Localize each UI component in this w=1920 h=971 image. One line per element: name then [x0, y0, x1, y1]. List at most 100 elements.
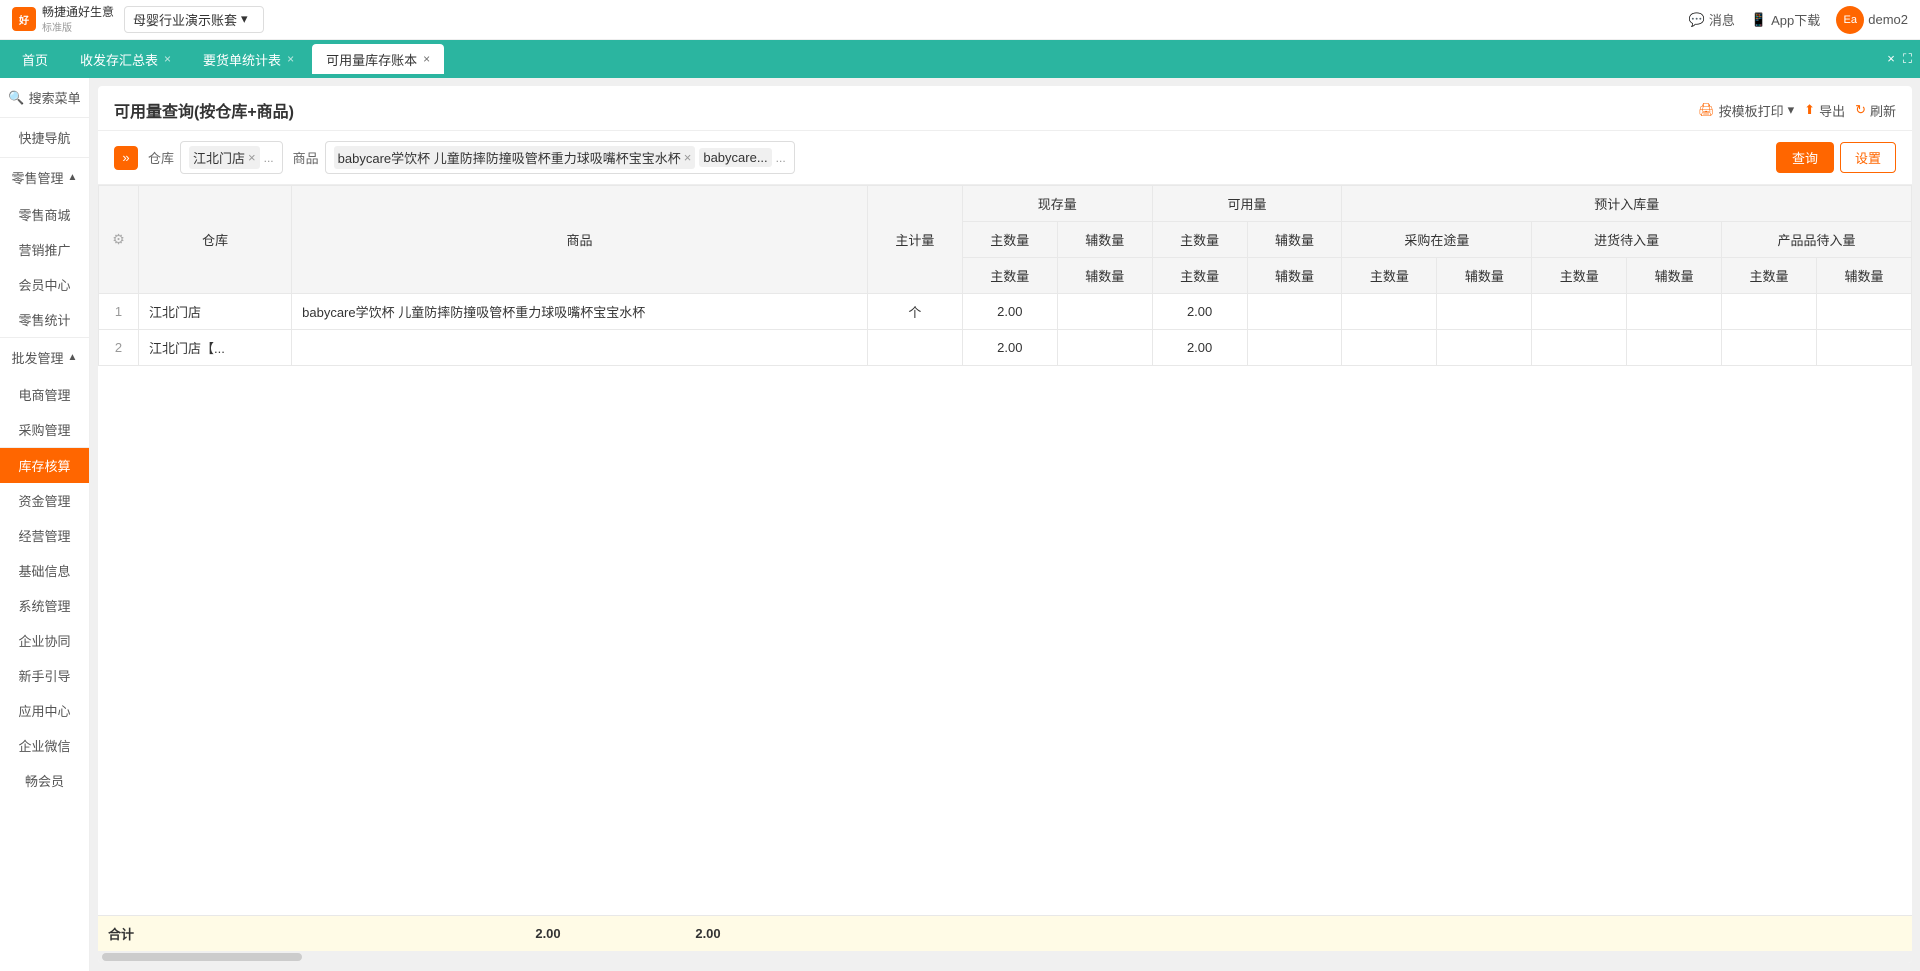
- nav-actions: × ⛶: [1887, 51, 1912, 67]
- chevron-down-icon: ▾: [241, 11, 248, 27]
- export-btn[interactable]: ⬆ 导出: [1804, 101, 1845, 120]
- sidebar-item-finance[interactable]: 资金管理: [0, 483, 89, 518]
- sys-mgmt-label: 系统管理: [18, 596, 70, 615]
- tab-yaohuo-close[interactable]: ×: [287, 52, 294, 66]
- row-num-2: 2: [99, 330, 139, 366]
- sidebar-item-member[interactable]: 会员中心: [0, 267, 89, 302]
- filter-toggle-btn[interactable]: »: [114, 146, 138, 170]
- chevron-batch-icon: ▲: [68, 352, 78, 363]
- th-pur-aux: 辅数量: [1437, 258, 1532, 294]
- th-settings: ⚙: [99, 186, 139, 294]
- table-row: 1 江北门店 babycare学饮杯 儿童防摔防撞吸管杯重力球吸嘴杯宝宝水杯 个…: [99, 294, 1912, 330]
- row-pur-main-2: [1342, 330, 1437, 366]
- sidebar-item-enterprise[interactable]: 企业协同: [0, 623, 89, 658]
- row-prod-aux-1: [1817, 294, 1912, 330]
- sidebar-section-batch-header[interactable]: 批发管理 ▲: [0, 338, 89, 377]
- sidebar-item-inventory[interactable]: 库存核算: [0, 448, 89, 483]
- filter-warehouse-close[interactable]: ×: [248, 150, 256, 165]
- th-planned-in: 预计入库量: [1342, 186, 1912, 222]
- th-product: 产品品待入量: [1722, 222, 1912, 258]
- refresh-label: 刷新: [1870, 101, 1896, 120]
- scroll-thumb[interactable]: [102, 953, 302, 961]
- th-inc-main: 主数量: [1532, 258, 1627, 294]
- quick-nav-label: 快捷导航: [18, 128, 70, 147]
- tab-yaohuo[interactable]: 要货单统计表 ×: [189, 44, 308, 74]
- row-inc-main-2: [1532, 330, 1627, 366]
- filter-warehouse-input[interactable]: 江北门店 × ...: [180, 141, 283, 174]
- purchase-label: 采购管理: [18, 420, 70, 439]
- app-download-btn[interactable]: 📱 App下载: [1751, 10, 1820, 29]
- row-pur-aux-1: [1437, 294, 1532, 330]
- table-row: 2 江北门店【... 2.00 2.00: [99, 330, 1912, 366]
- sidebar-quick-nav[interactable]: 快捷导航: [0, 118, 89, 158]
- row-current-aux-1: [1057, 294, 1152, 330]
- tab-shoufacun[interactable]: 收发存汇总表 ×: [66, 44, 185, 74]
- sidebar-item-member2[interactable]: 畅会员: [0, 763, 89, 798]
- user-label: demo2: [1868, 12, 1908, 27]
- sidebar-search[interactable]: 🔍 搜索菜单: [0, 78, 89, 118]
- tab-shoufacun-close[interactable]: ×: [164, 52, 171, 66]
- page-title: 可用量查询(按仓库+商品): [114, 98, 294, 122]
- tab-home[interactable]: 首页: [8, 44, 62, 74]
- sidebar-item-marketing[interactable]: 营销推广: [0, 232, 89, 267]
- message-btn[interactable]: 💬 消息: [1689, 10, 1735, 29]
- filter-goods-close[interactable]: ×: [684, 150, 692, 165]
- close-all-icon[interactable]: ×: [1887, 51, 1895, 67]
- query-button[interactable]: 查询: [1776, 142, 1834, 173]
- maximize-icon[interactable]: ⛶: [1903, 51, 1912, 67]
- settings-icon[interactable]: ⚙: [112, 231, 125, 247]
- home-label: 首页: [22, 50, 48, 69]
- filter-goods-field: 商品 babycare学饮杯 儿童防摔防撞吸管杯重力球吸嘴杯宝宝水杯 × bab…: [293, 141, 795, 174]
- message-icon: 💬: [1689, 12, 1705, 28]
- th-av-aux: 辅数量: [1247, 258, 1342, 294]
- industry-select-value: 母婴行业演示账套: [133, 10, 237, 29]
- th-available-main: 主数量: [1152, 222, 1247, 258]
- marketing-label: 营销推广: [18, 240, 70, 259]
- sidebar-section-zero-sales: 零售管理 ▲ 零售商城 营销推广 会员中心 零售统计: [0, 158, 89, 338]
- app-center-label: 应用中心: [18, 701, 70, 720]
- row-current-aux-2: [1057, 330, 1152, 366]
- footer-values: 2.00 2.00: [508, 926, 1902, 941]
- horizontal-scrollbar[interactable]: [98, 951, 1912, 963]
- industry-select[interactable]: 母婴行业演示账套 ▾: [124, 6, 264, 33]
- search-label: 搜索菜单: [29, 88, 81, 107]
- sidebar-item-new-guide[interactable]: 新手引导: [0, 658, 89, 693]
- main-layout: 🔍 搜索菜单 快捷导航 零售管理 ▲ 零售商城 营销推广 会员中心 零售统计: [0, 78, 1920, 971]
- user-area[interactable]: Ea demo2: [1836, 6, 1908, 34]
- sidebar-item-enterprise-wechat[interactable]: 企业微信: [0, 728, 89, 763]
- row-pur-main-1: [1342, 294, 1437, 330]
- th-prod-main: 主数量: [1722, 258, 1817, 294]
- th-incoming: 进货待入量: [1532, 222, 1722, 258]
- sidebar-item-purchase[interactable]: 采购管理: [0, 412, 89, 447]
- tab-keyongliang-close[interactable]: ×: [423, 52, 430, 66]
- tab-keyongliang[interactable]: 可用量库存账本 ×: [312, 44, 444, 74]
- sidebar-item-operations[interactable]: 经营管理: [0, 518, 89, 553]
- sidebar-item-zero-stats[interactable]: 零售统计: [0, 302, 89, 337]
- sidebar-section-zero-sales-header[interactable]: 零售管理 ▲: [0, 158, 89, 197]
- refresh-icon: ↻: [1855, 102, 1866, 118]
- sidebar-item-ecommerce[interactable]: 电商管理: [0, 377, 89, 412]
- setting-button[interactable]: 设置: [1840, 142, 1896, 173]
- tab-keyongliang-label: 可用量库存账本: [326, 50, 417, 69]
- print-btn[interactable]: 🖨 按模板打印 ▾: [1698, 101, 1794, 120]
- filter-goods-input[interactable]: babycare学饮杯 儿童防摔防撞吸管杯重力球吸嘴杯宝宝水杯 × babyca…: [325, 141, 795, 174]
- print-chevron: ▾: [1788, 102, 1795, 118]
- sidebar-item-zero-mall[interactable]: 零售商城: [0, 197, 89, 232]
- avatar: Ea: [1836, 6, 1864, 34]
- footer-label: 合计: [108, 924, 508, 943]
- th-warehouse: 仓库: [139, 186, 292, 294]
- row-warehouse-1: 江北门店: [139, 294, 292, 330]
- top-bar: 好 畅捷通好生意 标准版 母婴行业演示账套 ▾ 💬 消息 📱 App下载 Ea …: [0, 0, 1920, 40]
- sidebar-item-base-info[interactable]: 基础信息: [0, 553, 89, 588]
- tab-yaohuo-label: 要货单统计表: [203, 50, 281, 69]
- sidebar-item-app-center[interactable]: 应用中心: [0, 693, 89, 728]
- search-icon: 🔍: [8, 90, 24, 106]
- base-info-label: 基础信息: [18, 561, 70, 580]
- row-inc-main-1: [1532, 294, 1627, 330]
- th-cs-aux: 辅数量: [1057, 258, 1152, 294]
- page-card: 可用量查询(按仓库+商品) 🖨 按模板打印 ▾ ⬆ 导出 ↻ 刷新: [98, 86, 1912, 963]
- th-cs-main: 主数量: [962, 258, 1057, 294]
- logo-area: 好 畅捷通好生意 标准版: [12, 5, 114, 34]
- refresh-btn[interactable]: ↻ 刷新: [1855, 101, 1896, 120]
- sidebar-item-sys-mgmt[interactable]: 系统管理: [0, 588, 89, 623]
